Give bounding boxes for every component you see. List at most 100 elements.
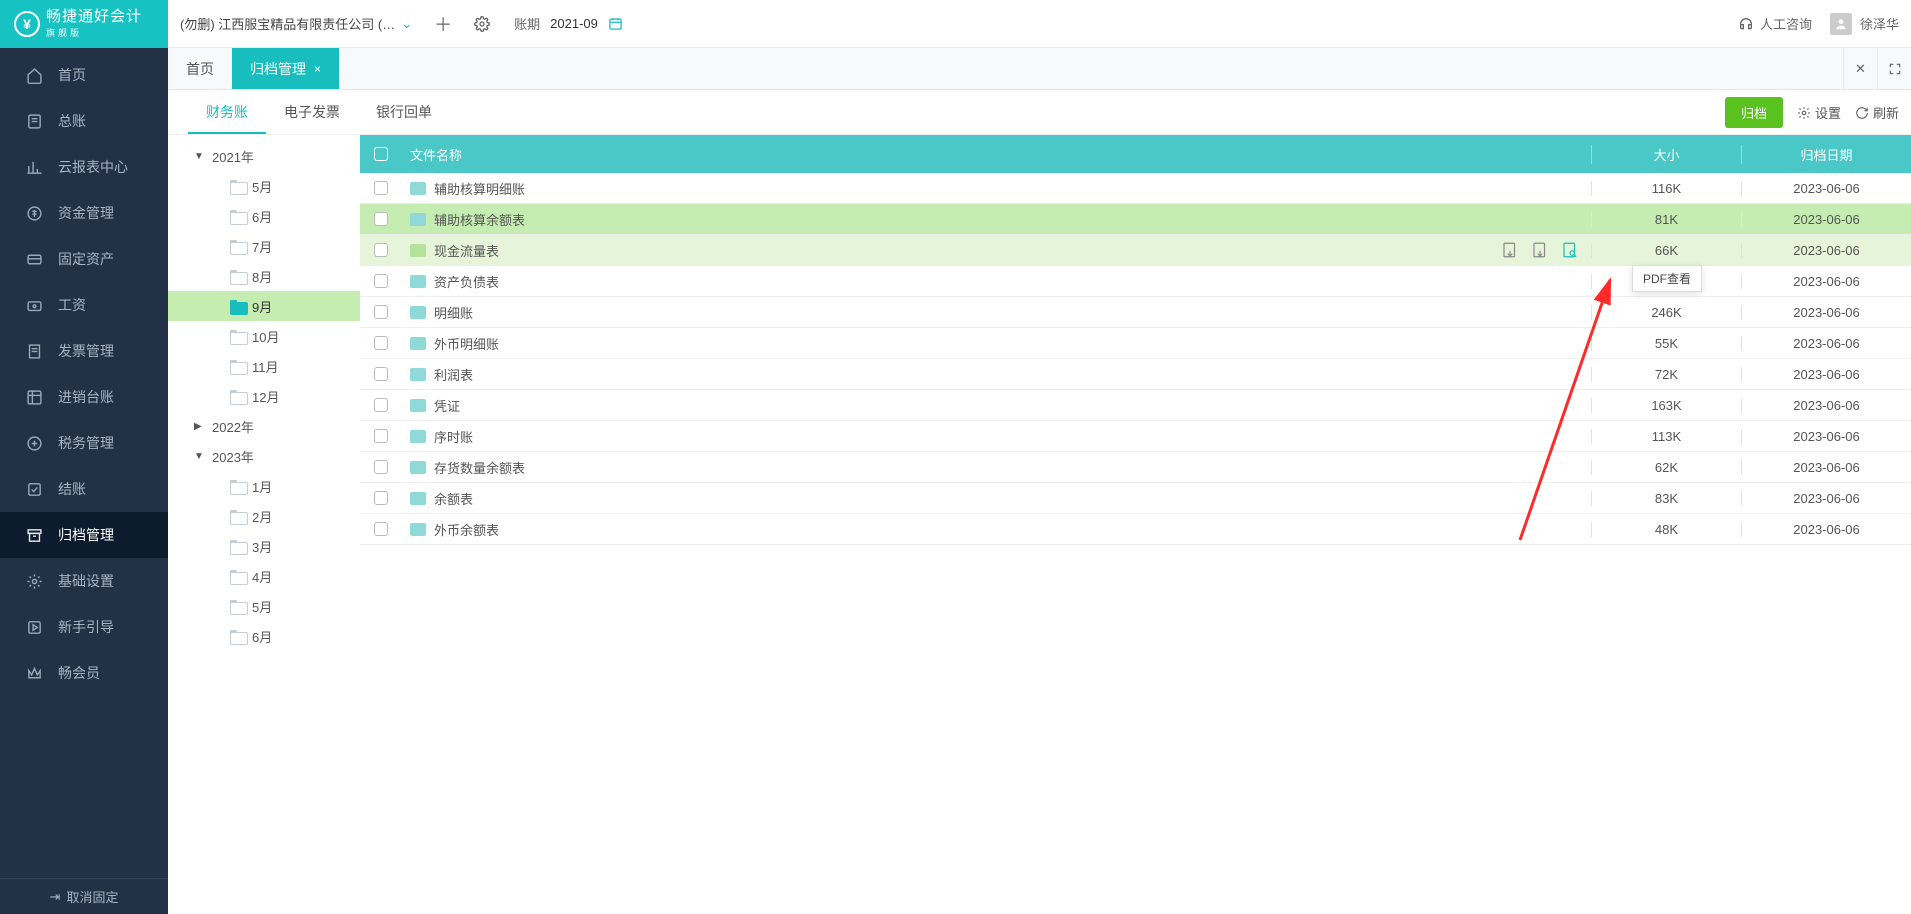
row-checkbox[interactable] <box>374 522 388 536</box>
select-all-checkbox[interactable] <box>374 147 388 161</box>
file-name: 利润表 <box>434 365 473 384</box>
table-row[interactable]: 余额表83K2023-06-06 <box>360 483 1911 514</box>
nav-item-asset[interactable]: 固定资产 <box>0 236 168 282</box>
row-checkbox[interactable] <box>374 181 388 195</box>
settings-link[interactable]: 设置 <box>1797 103 1841 122</box>
add-icon[interactable]: ＋ <box>434 11 452 37</box>
company-selector[interactable]: (勿删) 江西服宝精品有限责任公司 (… ⌄ <box>180 14 412 33</box>
file-name: 资产负债表 <box>434 272 499 291</box>
nav-item-guide[interactable]: 新手引导 <box>0 604 168 650</box>
table-row[interactable]: 利润表72K2023-06-06 <box>360 359 1911 390</box>
table-row[interactable]: 辅助核算明细账116K2023-06-06 <box>360 173 1911 204</box>
file-size: 62K <box>1591 460 1741 475</box>
row-checkbox[interactable] <box>374 274 388 288</box>
chevron-down-icon: ⌄ <box>401 16 412 32</box>
nav-item-settings[interactable]: 基础设置 <box>0 558 168 604</box>
user-name: 徐泽华 <box>1860 14 1899 33</box>
tree-month[interactable]: 10月 <box>168 321 360 351</box>
tree-month[interactable]: 6月 <box>168 621 360 651</box>
file-date: 2023-06-06 <box>1741 491 1911 506</box>
gear-icon[interactable] <box>474 16 490 32</box>
nav-item-invoice[interactable]: 发票管理 <box>0 328 168 374</box>
nav-item-money[interactable]: 资金管理 <box>0 190 168 236</box>
nav-item-archive[interactable]: 归档管理 <box>0 512 168 558</box>
tree-month[interactable]: 3月 <box>168 531 360 561</box>
refresh-link[interactable]: 刷新 <box>1855 103 1899 122</box>
download-pdf-icon[interactable] <box>1531 241 1549 259</box>
row-checkbox[interactable] <box>374 336 388 350</box>
tree-year[interactable]: 2022年 <box>168 411 360 441</box>
nav-item-tax[interactable]: 税务管理 <box>0 420 168 466</box>
table-row[interactable]: 序时账113K2023-06-06 <box>360 421 1911 452</box>
pdf-view-icon[interactable] <box>1561 241 1579 259</box>
tree-label: 6月 <box>252 207 272 226</box>
file-date: 2023-06-06 <box>1741 429 1911 444</box>
brand-edition: 旗舰版 <box>46 26 142 39</box>
file-table: 文件名称 大小 归档日期 辅助核算明细账116K2023-06-06辅助核算余额… <box>360 135 1911 914</box>
tree-month[interactable]: 5月 <box>168 171 360 201</box>
tree-year[interactable]: 2021年 <box>168 141 360 171</box>
calendar-icon[interactable] <box>608 16 623 31</box>
nav-label: 固定资产 <box>58 249 114 269</box>
tree-label: 5月 <box>252 597 272 616</box>
tree-month[interactable]: 7月 <box>168 231 360 261</box>
table-row[interactable]: 辅助核算余额表81K2023-06-06 <box>360 204 1911 235</box>
period-value[interactable]: 2021-09 <box>550 16 598 31</box>
close-tab-button[interactable]: ✕ <box>1843 48 1877 90</box>
table-row[interactable]: 存货数量余额表62K2023-06-06 <box>360 452 1911 483</box>
table-row[interactable]: 明细账246K2023-06-06 <box>360 297 1911 328</box>
tree-year[interactable]: 2023年 <box>168 441 360 471</box>
tree-month[interactable]: 9月 <box>168 291 360 321</box>
nav-item-home[interactable]: 首页 <box>0 52 168 98</box>
tree-label: 2021年 <box>212 147 254 166</box>
table-row[interactable]: 外币明细账55K2023-06-06 <box>360 328 1911 359</box>
tree-month[interactable]: 12月 <box>168 381 360 411</box>
tree-month[interactable]: 4月 <box>168 561 360 591</box>
unpin-sidebar[interactable]: ⇥ 取消固定 <box>0 878 168 914</box>
nav-item-salary[interactable]: 工资 <box>0 282 168 328</box>
nav-label: 工资 <box>58 295 86 315</box>
close-icon[interactable]: × <box>314 62 321 76</box>
sub-tab[interactable]: 银行回单 <box>358 92 450 134</box>
table-row[interactable]: 现金流量表66K2023-06-06 <box>360 235 1911 266</box>
tree-month[interactable]: 6月 <box>168 201 360 231</box>
row-checkbox[interactable] <box>374 460 388 474</box>
row-checkbox[interactable] <box>374 243 388 257</box>
row-checkbox[interactable] <box>374 305 388 319</box>
file-size: 116K <box>1591 181 1741 196</box>
table-row[interactable]: 凭证163K2023-06-06 <box>360 390 1911 421</box>
table-row[interactable]: 外币余额表48K2023-06-06 <box>360 514 1911 545</box>
nav-label: 畅会员 <box>58 663 100 683</box>
sub-tab-row: 财务账电子发票银行回单 归档 设置 刷新 <box>168 90 1911 134</box>
page-tab[interactable]: 首页 <box>168 48 232 89</box>
file-name: 外币余额表 <box>434 520 499 539</box>
page-tab[interactable]: 归档管理× <box>232 48 339 89</box>
tree-month[interactable]: 2月 <box>168 501 360 531</box>
fullscreen-button[interactable] <box>1877 48 1911 90</box>
row-checkbox[interactable] <box>374 429 388 443</box>
sub-tab[interactable]: 电子发票 <box>266 92 358 134</box>
support-link[interactable]: 人工咨询 <box>1738 14 1812 33</box>
nav-label: 首页 <box>58 65 86 85</box>
nav-item-stock[interactable]: 进销台账 <box>0 374 168 420</box>
nav-item-close-period[interactable]: 结账 <box>0 466 168 512</box>
nav-item-chart[interactable]: 云报表中心 <box>0 144 168 190</box>
archive-button[interactable]: 归档 <box>1725 97 1783 128</box>
table-header: 文件名称 大小 归档日期 <box>360 135 1911 173</box>
row-checkbox[interactable] <box>374 212 388 226</box>
tree-label: 2月 <box>252 507 272 526</box>
nav-item-vip[interactable]: 畅会员 <box>0 650 168 696</box>
row-checkbox[interactable] <box>374 491 388 505</box>
tree-month[interactable]: 8月 <box>168 261 360 291</box>
nav-label: 进销台账 <box>58 387 114 407</box>
tree-month[interactable]: 1月 <box>168 471 360 501</box>
row-checkbox[interactable] <box>374 367 388 381</box>
row-checkbox[interactable] <box>374 398 388 412</box>
tree-month[interactable]: 5月 <box>168 591 360 621</box>
home-icon <box>24 67 44 84</box>
sub-tab[interactable]: 财务账 <box>188 92 266 134</box>
user-menu[interactable]: 徐泽华 <box>1830 13 1899 35</box>
download-xls-icon[interactable] <box>1501 241 1519 259</box>
nav-item-ledger[interactable]: 总账 <box>0 98 168 144</box>
tree-month[interactable]: 11月 <box>168 351 360 381</box>
